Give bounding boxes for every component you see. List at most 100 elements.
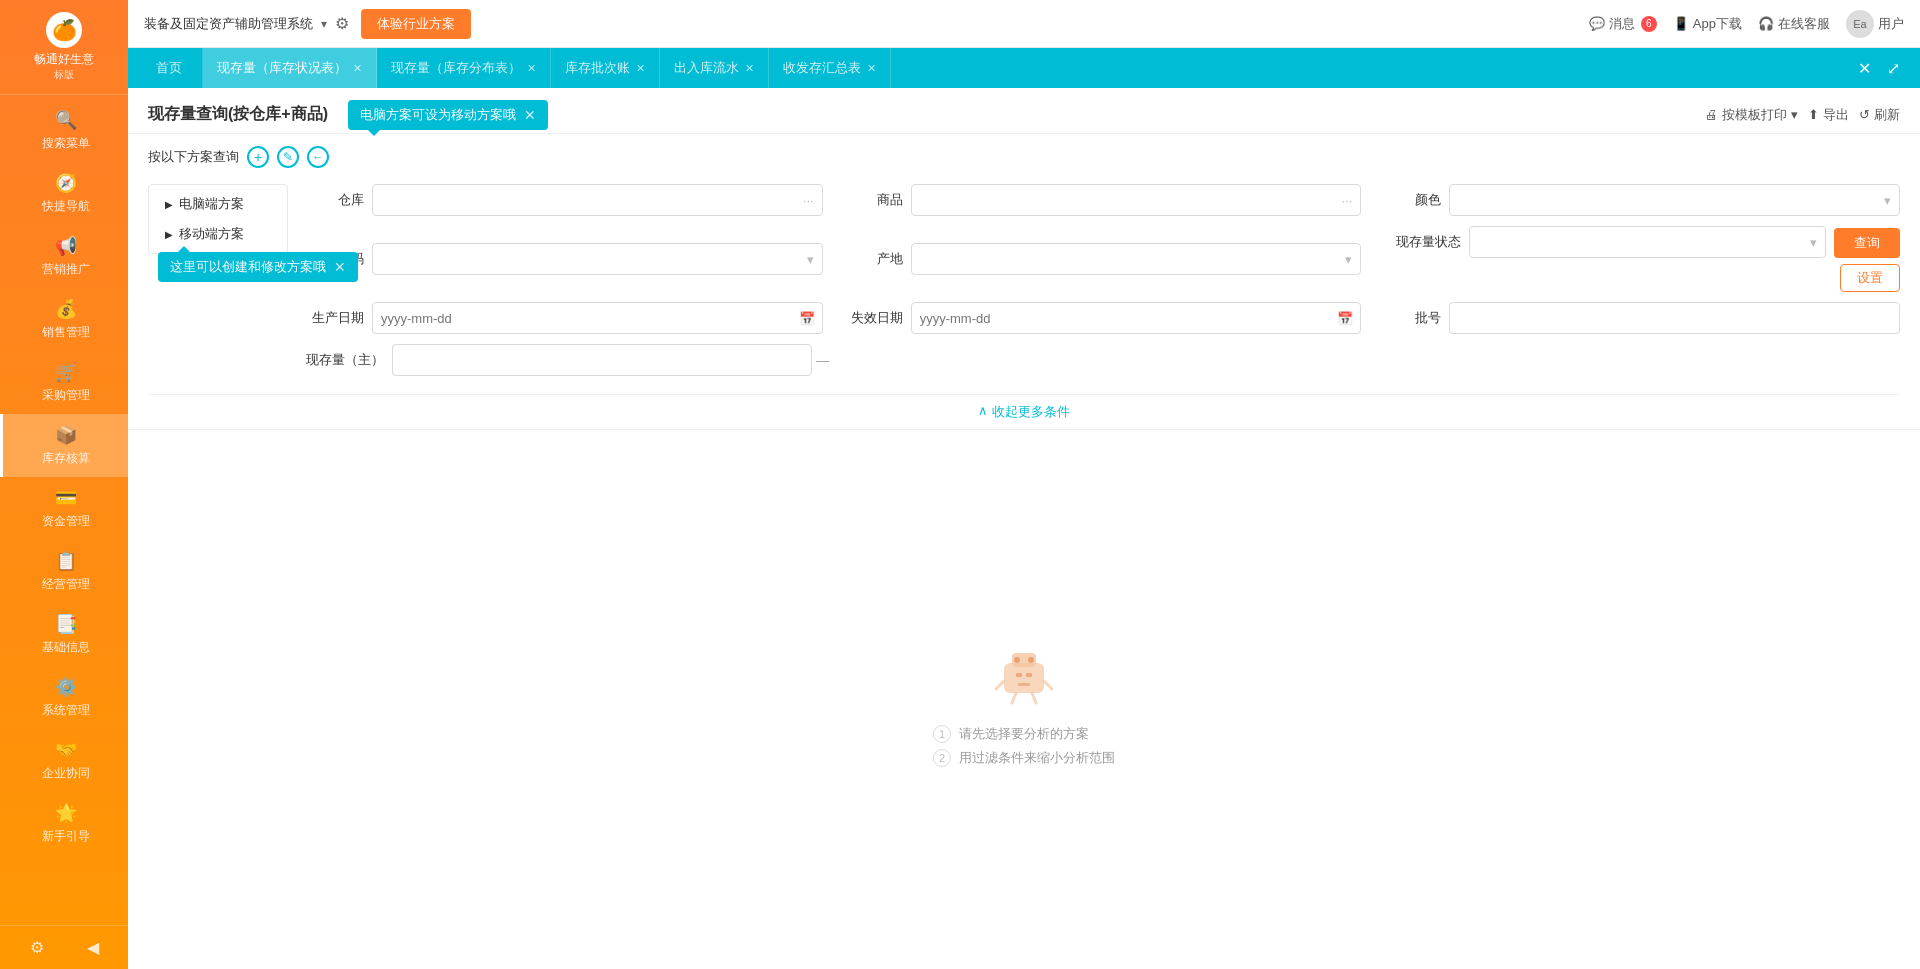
system-icon: ⚙️ bbox=[55, 676, 77, 698]
svg-line-7 bbox=[996, 681, 1004, 689]
tooltip-close-icon[interactable]: ✕ bbox=[524, 107, 536, 123]
message-button[interactable]: 💬 消息 6 bbox=[1589, 15, 1657, 33]
batch-input[interactable] bbox=[1449, 302, 1900, 334]
scheme-desktop-item[interactable]: ▶ 电脑端方案 bbox=[149, 189, 287, 219]
arrow-scheme-button[interactable]: ← bbox=[307, 146, 329, 168]
logo-icon: 🍊 bbox=[46, 12, 82, 48]
goods-select[interactable]: ··· bbox=[911, 184, 1362, 216]
inventory-qty-label: 现存量（主） bbox=[304, 351, 384, 369]
tab-inventory-status[interactable]: 现存量（库存状况表） ✕ bbox=[203, 48, 377, 88]
production-date-label: 生产日期 bbox=[304, 309, 364, 327]
collapse-sidebar-icon[interactable]: ◀ bbox=[87, 938, 99, 957]
settings-button[interactable]: 设置 bbox=[1840, 264, 1900, 292]
trial-industry-button[interactable]: 体验行业方案 bbox=[361, 9, 471, 39]
close-all-tabs-icon[interactable]: ✕ bbox=[1854, 55, 1875, 82]
tab-close-icon[interactable]: ✕ bbox=[636, 62, 645, 75]
production-date-input[interactable] bbox=[372, 302, 823, 334]
scheme-desktop-label: 电脑端方案 bbox=[179, 195, 244, 213]
size-select[interactable]: ▾ bbox=[372, 243, 823, 275]
svg-line-10 bbox=[1032, 693, 1036, 703]
collapse-row[interactable]: ∧ 收起更多条件 bbox=[148, 394, 1900, 429]
tab-home[interactable]: 首页 bbox=[136, 48, 203, 88]
export-icon: ⬆ bbox=[1808, 107, 1819, 122]
page-header-actions: 🖨 按模板打印 ▾ ⬆ 导出 ↺ 刷新 bbox=[1705, 106, 1900, 124]
sidebar-item-label: 搜索菜单 bbox=[42, 135, 90, 152]
expand-icon[interactable]: ⤢ bbox=[1883, 55, 1904, 82]
system-dropdown[interactable]: ▾ bbox=[321, 17, 327, 31]
inventory-status-select[interactable]: ▾ bbox=[1469, 226, 1826, 258]
export-button[interactable]: ⬆ 导出 bbox=[1808, 106, 1849, 124]
template-print-label: 按模板打印 bbox=[1722, 106, 1787, 124]
app-download-button[interactable]: 📱 App下载 bbox=[1673, 15, 1742, 33]
svg-rect-6 bbox=[1018, 683, 1030, 686]
tab-in-out-flow[interactable]: 出入库流水 ✕ bbox=[660, 48, 769, 88]
sidebar: 🍊 畅通好生意 标版 🔍 搜索菜单 🧭 快捷导航 📢 营销推广 💰 销售管理 🛒… bbox=[0, 0, 128, 969]
tab-receive-send[interactable]: 收发存汇总表 ✕ bbox=[769, 48, 891, 88]
tooltip2-close-icon[interactable]: ✕ bbox=[334, 259, 346, 275]
filter-inventory-qty: 现存量（主） — bbox=[304, 344, 829, 376]
marketing-icon: 📢 bbox=[55, 235, 77, 257]
tab-close-icon[interactable]: ✕ bbox=[527, 62, 536, 75]
user-name-label: 用户 bbox=[1878, 15, 1904, 33]
svg-line-8 bbox=[1044, 681, 1052, 689]
tooltip2-text: 这里可以创建和修改方案哦 bbox=[170, 258, 326, 276]
export-label: 导出 bbox=[1823, 106, 1849, 124]
sidebar-item-label: 基础信息 bbox=[42, 639, 90, 656]
add-scheme-button[interactable]: + bbox=[247, 146, 269, 168]
sidebar-item-marketing[interactable]: 📢 营销推广 bbox=[0, 225, 128, 288]
expiry-date-input[interactable] bbox=[911, 302, 1362, 334]
sidebar-item-label: 营销推广 bbox=[42, 261, 90, 278]
sidebar-item-finance[interactable]: 💳 资金管理 bbox=[0, 477, 128, 540]
filter-inventory-status: 现存量状态 ▾ bbox=[1381, 226, 1826, 258]
template-print-button[interactable]: 🖨 按模板打印 ▾ bbox=[1705, 106, 1798, 124]
sidebar-item-label: 资金管理 bbox=[42, 513, 90, 530]
sidebar-item-quick-nav[interactable]: 🧭 快捷导航 bbox=[0, 162, 128, 225]
ellipsis-icon: ··· bbox=[803, 193, 814, 208]
tab-close-icon[interactable]: ✕ bbox=[353, 62, 362, 75]
avatar-initials: Ea bbox=[1853, 18, 1866, 30]
settings-bottom-icon[interactable]: ⚙ bbox=[30, 938, 44, 957]
tab-close-icon[interactable]: ✕ bbox=[745, 62, 754, 75]
sidebar-item-operation[interactable]: 📋 经营管理 bbox=[0, 540, 128, 603]
tab-in-out-flow-label: 出入库流水 bbox=[674, 59, 739, 77]
tip-num-2: 2 bbox=[933, 749, 951, 767]
sidebar-item-search[interactable]: 🔍 搜索菜单 bbox=[0, 99, 128, 162]
warehouse-label: 仓库 bbox=[304, 191, 364, 209]
tab-inventory-dist[interactable]: 现存量（库存分布表） ✕ bbox=[377, 48, 551, 88]
sidebar-item-inventory[interactable]: 📦 库存核算 bbox=[0, 414, 128, 477]
filter-color: 颜色 ▾ bbox=[1381, 184, 1900, 216]
query-button[interactable]: 查询 bbox=[1834, 228, 1900, 258]
tab-batch-account[interactable]: 库存批次账 ✕ bbox=[551, 48, 660, 88]
tab-close-icon[interactable]: ✕ bbox=[867, 62, 876, 75]
scheme-mobile-item[interactable]: ▶ 移动端方案 bbox=[149, 219, 287, 249]
svg-rect-0 bbox=[1004, 663, 1044, 693]
refresh-button[interactable]: ↺ 刷新 bbox=[1859, 106, 1900, 124]
warehouse-select[interactable]: ··· bbox=[372, 184, 823, 216]
user-menu[interactable]: Ea 用户 bbox=[1846, 10, 1904, 38]
sidebar-item-guide[interactable]: 🌟 新手引导 bbox=[0, 792, 128, 855]
online-support-button[interactable]: 🎧 在线客服 bbox=[1758, 15, 1830, 33]
page-title: 现存量查询(按仓库+商品) bbox=[148, 104, 328, 125]
settings-icon[interactable]: ⚙ bbox=[335, 14, 349, 33]
chevron-down-color: ▾ bbox=[1884, 193, 1891, 208]
chevron-down-icon: ▾ bbox=[1791, 107, 1798, 122]
inventory-qty-min-input[interactable] bbox=[392, 344, 812, 376]
range-dash: — bbox=[816, 353, 829, 368]
edit-scheme-button[interactable]: ✎ bbox=[277, 146, 299, 168]
ellipsis-icon-goods: ··· bbox=[1341, 193, 1352, 208]
origin-select[interactable]: ▾ bbox=[911, 243, 1362, 275]
sidebar-item-enterprise[interactable]: 🤝 企业协同 bbox=[0, 729, 128, 792]
color-select[interactable]: ▾ bbox=[1449, 184, 1900, 216]
filter-goods: 商品 ··· bbox=[843, 184, 1362, 216]
filter-expiry-date: 失效日期 📅 bbox=[843, 302, 1362, 334]
purchase-icon: 🛒 bbox=[55, 361, 77, 383]
sidebar-item-label: 新手引导 bbox=[42, 828, 90, 845]
tabs-bar-right: ✕ ⤢ bbox=[1854, 55, 1912, 82]
sidebar-item-purchase[interactable]: 🛒 采购管理 bbox=[0, 351, 128, 414]
sidebar-item-sales[interactable]: 💰 销售管理 bbox=[0, 288, 128, 351]
sidebar-item-basic[interactable]: 📑 基础信息 bbox=[0, 603, 128, 666]
sidebar-item-system[interactable]: ⚙️ 系统管理 bbox=[0, 666, 128, 729]
filter-batch: 批号 bbox=[1381, 302, 1900, 334]
production-date-input-wrap: 📅 bbox=[372, 302, 823, 334]
tip-num-1: 1 bbox=[933, 725, 951, 743]
